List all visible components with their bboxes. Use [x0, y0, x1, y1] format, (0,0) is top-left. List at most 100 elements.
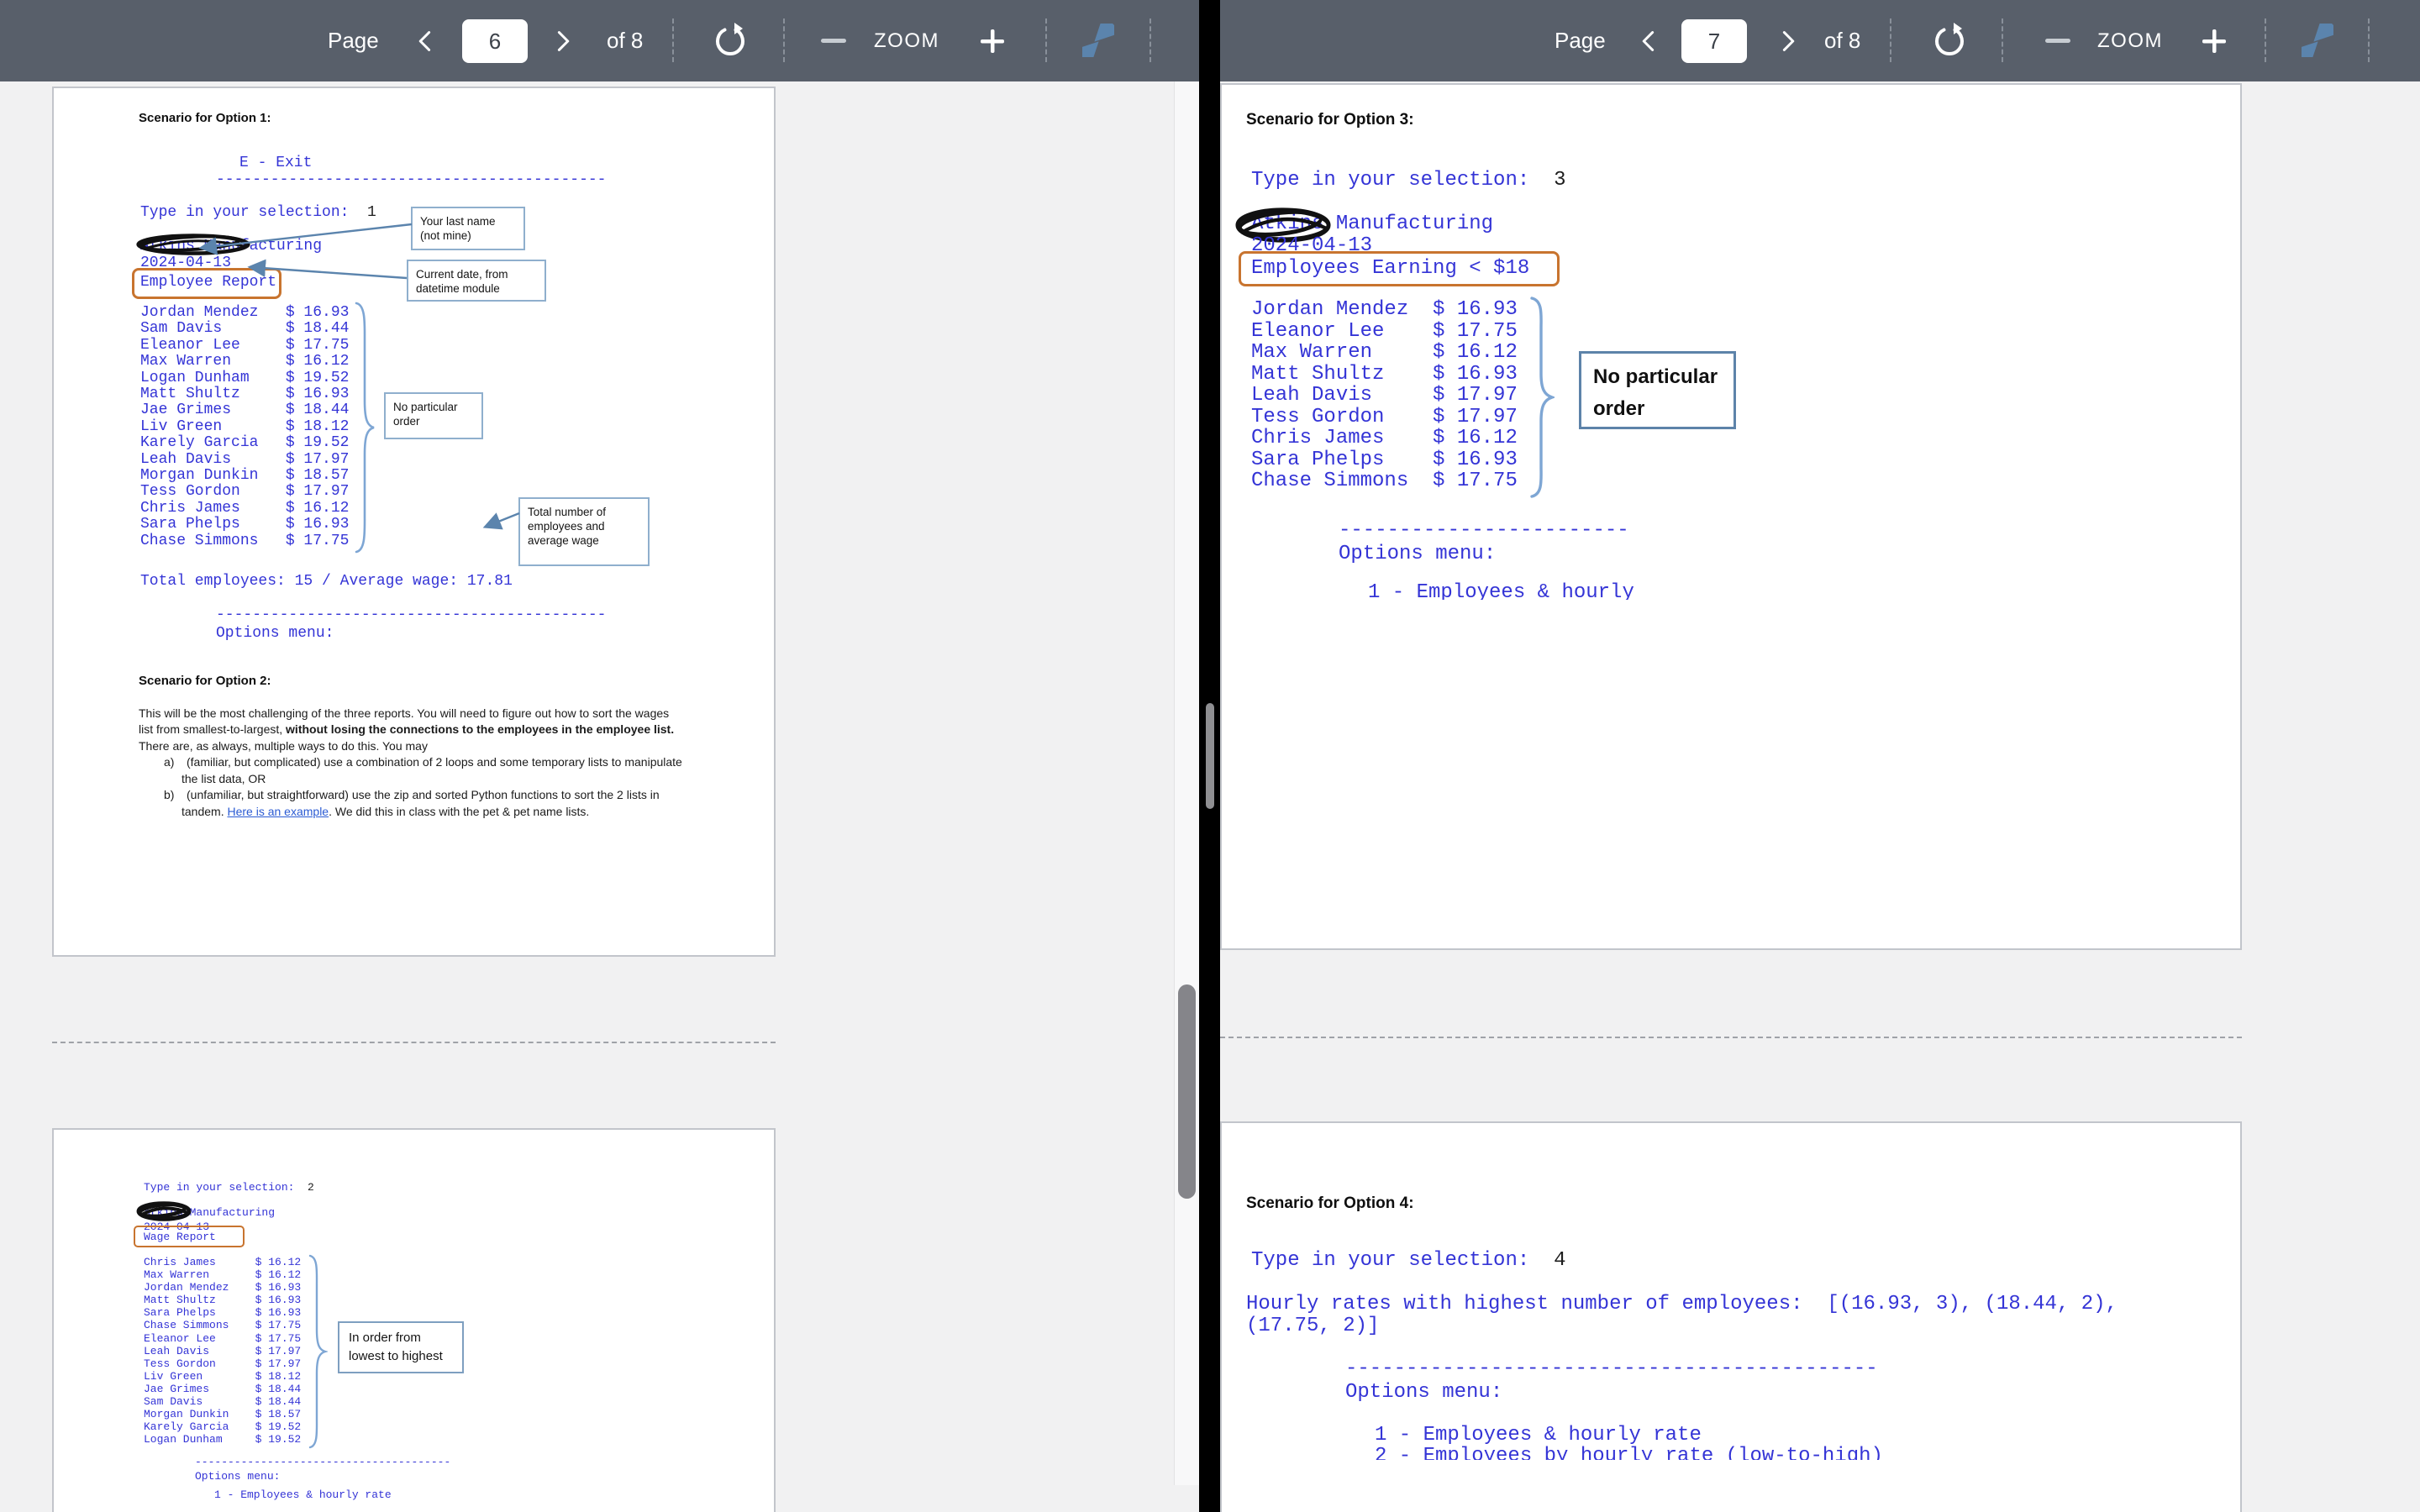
split-pdf-viewer: Page of 8 ZOOM Page [0, 0, 2420, 1512]
prompt-value: 3 [1554, 169, 1566, 192]
callout-line: Total number of [528, 506, 607, 518]
zoom-in-icon[interactable] [2200, 27, 2228, 55]
right-toolbar: Page of 8 ZOOM [1220, 0, 2420, 81]
paragraph-text: . We did this in class with the pet & pe… [329, 805, 590, 818]
zoom-in-icon[interactable] [978, 27, 1007, 55]
selection-prompt: Type in your selection: 3 [1251, 170, 1565, 192]
callout-date: Current date, from datetime module [407, 260, 546, 302]
chevron-right-icon[interactable] [551, 29, 575, 54]
list-item-marker: a) [164, 755, 175, 769]
callout-no-order: No particular order [384, 392, 483, 439]
callout-no-order: No particular order [1579, 351, 1736, 429]
example-link[interactable]: Here is an example [227, 805, 329, 818]
callout-line: order [393, 415, 420, 428]
page-number-input[interactable] [462, 19, 528, 63]
prompt-text: Type in your selection: [1251, 1249, 1555, 1272]
menu-item: 2 - Employees by hourly rate (low-to-hig… [1375, 1446, 1883, 1460]
callout-line: order [1593, 397, 1645, 420]
console-divider: ----------------------------------------… [216, 171, 607, 188]
console-divider: ------------------------ [1339, 519, 1629, 542]
rotate-icon[interactable] [711, 22, 750, 60]
left-scrollbar-thumb[interactable] [1178, 984, 1196, 1199]
list-item-text: tandem. Here is an example. We did this … [182, 804, 589, 821]
list-item-marker: b) [164, 788, 175, 801]
menu-item: 1 - Employees & hourly rate [214, 1488, 392, 1501]
callout-line: average wage [528, 534, 599, 547]
paragraph-bold-text: without losing the connections to the em… [286, 722, 675, 736]
callout-line: (not mine) [420, 229, 471, 242]
console-divider: --------------------------------------- [195, 1456, 451, 1468]
pdf-page-right-bottom: Scenario for Option 4: Type in your sele… [1220, 1121, 2242, 1512]
toolbar-separator [1150, 18, 1151, 62]
console-divider: ----------------------------------------… [216, 606, 607, 623]
zoom-label: ZOOM [2097, 29, 2163, 52]
menu-item: 1 - Employees & hourly [1368, 582, 1634, 600]
page-count-label: of 8 [1824, 28, 1861, 53]
paragraph-line: list from smallest-to-largest, without l… [139, 722, 674, 738]
menu-item-clipped: 1 - Employees & hourly [1368, 582, 1634, 600]
paragraph-text: list from smallest-to-largest, [139, 722, 287, 736]
rotate-icon[interactable] [1930, 22, 1969, 60]
chevron-right-icon[interactable] [1776, 29, 1800, 54]
prompt-value: 4 [1554, 1249, 1566, 1272]
page-label: Page [1555, 28, 1606, 53]
page-number-input[interactable] [1681, 19, 1747, 63]
chevron-left-icon[interactable] [1637, 29, 1660, 54]
pdf-page-left-bottom: Type in your selection: 2 Atkins Manufac… [52, 1128, 776, 1512]
pen-scribble [136, 1201, 192, 1221]
console-divider: ----------------------------------------… [1345, 1357, 1878, 1380]
employee-wage-list: Jordan Mendez $ 16.93 Sam Davis $ 18.44 … [140, 304, 350, 549]
callout-line: employees and [528, 520, 605, 533]
chevron-left-icon[interactable] [413, 29, 437, 54]
callout-line: Current date, from [416, 268, 508, 281]
section-title: Scenario for Option 2: [139, 674, 271, 688]
options-menu-title: Options menu: [1339, 543, 1497, 565]
selection-prompt: Type in your selection: 2 [144, 1181, 314, 1194]
collapse-icon[interactable] [1082, 24, 1114, 57]
pdf-page-right-top: Scenario for Option 3: Type in your sele… [1220, 83, 2242, 950]
zoom-label: ZOOM [874, 29, 939, 52]
paragraph-line: There are, as always, multiple ways to d… [139, 739, 428, 753]
right-scrollbar-thumb[interactable] [1206, 703, 1214, 809]
collapse-icon[interactable] [2302, 24, 2333, 57]
toolbar-separator [2002, 18, 2003, 62]
result-line: (17.75, 2)] [1246, 1315, 1380, 1337]
callout-line: datetime module [416, 282, 500, 295]
report-title: Wage Report [144, 1231, 216, 1243]
page-label: Page [328, 28, 379, 53]
section-title: Scenario for Option 1: [139, 111, 271, 125]
callout-line: In order from [349, 1331, 421, 1345]
totals-line: Total employees: 15 / Average wage: 17.8… [140, 573, 513, 590]
toolbar-separator [2265, 18, 2266, 62]
toolbar-separator [2368, 18, 2370, 62]
paragraph-line: This will be the most challenging of the… [139, 706, 670, 720]
callout-line: No particular [1593, 365, 1718, 388]
group-brace [308, 1254, 328, 1449]
employee-wage-list: Chris James $ 16.12 Max Warren $ 16.12 J… [144, 1256, 302, 1446]
menu-item: 1 - Employees & hourly rate [1375, 1424, 1702, 1446]
page-break-separator [52, 1042, 776, 1043]
group-brace [1530, 297, 1555, 498]
toolbar-separator [1890, 18, 1891, 62]
callout-line: Your last name [420, 215, 496, 228]
paragraph-text: tandem. [182, 805, 228, 818]
left-scrollbar-track[interactable] [1174, 81, 1200, 1485]
section-title: Scenario for Option 4: [1246, 1194, 1414, 1212]
callout-line: No particular [393, 401, 458, 413]
zoom-out-icon[interactable] [2045, 39, 2070, 43]
console-exit-line: E - Exit [239, 155, 313, 171]
prompt-text: Type in your selection: [1251, 169, 1555, 192]
callout-arrow [247, 259, 408, 280]
group-brace [355, 302, 375, 554]
pdf-page-left-top: Scenario for Option 1: E - Exit --------… [52, 87, 776, 957]
callout-arrow [482, 512, 520, 530]
prompt-value: 2 [308, 1181, 314, 1194]
page-break-separator [1220, 1037, 2242, 1038]
page-count-label: of 8 [607, 28, 644, 53]
zoom-out-icon[interactable] [821, 39, 846, 43]
list-item-text: the list data, OR [182, 772, 266, 785]
toolbar-separator [783, 18, 785, 62]
list-item-text: (familiar, but complicated) use a combin… [187, 755, 682, 769]
left-toolbar: Page of 8 ZOOM [0, 0, 1199, 81]
toolbar-separator [672, 18, 674, 62]
